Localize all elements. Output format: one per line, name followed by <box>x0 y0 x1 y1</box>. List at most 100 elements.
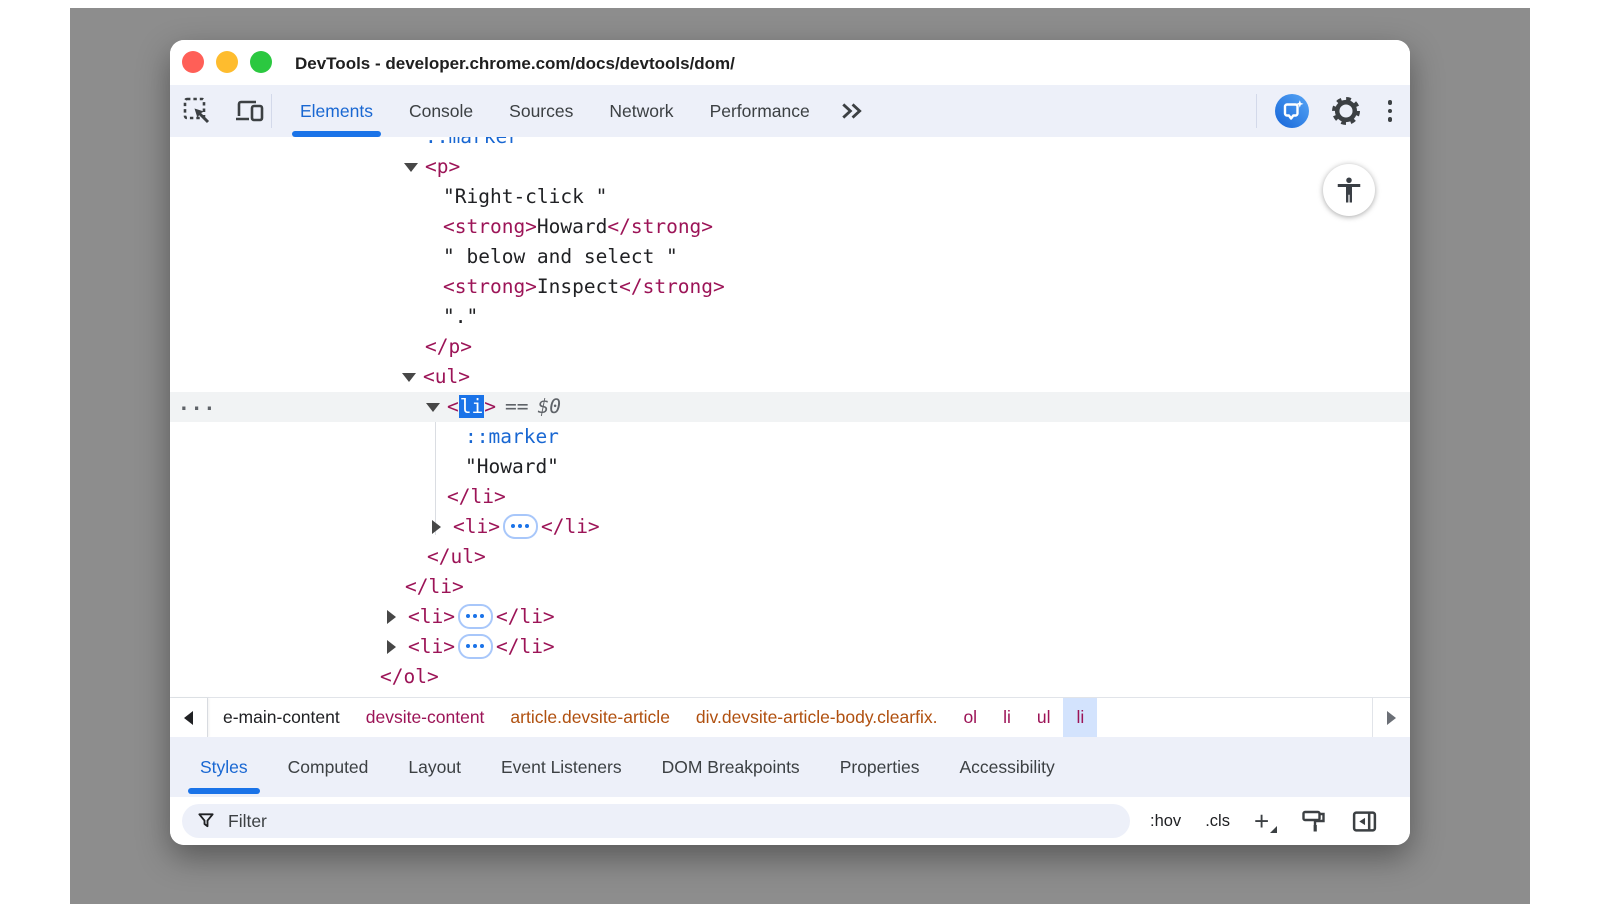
dom-token: == <box>496 395 537 418</box>
breadcrumb-item[interactable]: li <box>1063 698 1097 737</box>
breadcrumb-item[interactable]: devsite-content <box>353 698 498 737</box>
dom-token: "." <box>443 305 478 328</box>
dom-token: " below and select " <box>443 245 678 268</box>
styles-sidebar-tab-strip: StylesComputedLayoutEvent ListenersDOM B… <box>170 737 1410 797</box>
dom-tree-node[interactable]: <strong>Inspect</strong> <box>170 272 1410 302</box>
dom-tree-node[interactable]: " below and select " <box>170 242 1410 272</box>
collapsed-content-icon[interactable] <box>503 514 538 539</box>
breadcrumb-item[interactable]: div.devsite-article-body.clearfix. <box>683 698 951 737</box>
breadcrumb-items: e-main-contentdevsite-contentarticle.dev… <box>208 698 1372 737</box>
toggle-element-state-button[interactable]: :hov <box>1150 812 1181 831</box>
more-tabs-icon[interactable] <box>828 85 876 137</box>
dom-tree-node[interactable]: <li> </li> <box>170 602 1410 632</box>
dom-tree-node[interactable]: "Right-click " <box>170 182 1410 212</box>
dom-token: <li> <box>408 635 455 658</box>
dom-tree-node[interactable]: </ol> <box>170 662 1410 692</box>
disclosure-triangle-icon[interactable] <box>426 403 440 412</box>
collapsed-content-icon[interactable] <box>458 604 493 629</box>
sidebar-tab-accessibility[interactable]: Accessibility <box>939 737 1074 797</box>
disclosure-triangle-icon[interactable] <box>402 373 416 382</box>
tab-network[interactable]: Network <box>591 85 691 137</box>
dom-tree-node[interactable]: </ul> <box>170 542 1410 572</box>
dom-token: <p> <box>425 155 460 178</box>
device-toolbar-icon[interactable] <box>234 96 264 126</box>
dom-tree-node[interactable]: ::marker <box>170 137 1410 152</box>
dom-token: <li> <box>408 605 455 628</box>
dom-token: </ol> <box>380 665 439 688</box>
toolbar-divider <box>1256 94 1257 128</box>
close-window-button[interactable] <box>182 51 204 73</box>
dom-tree-node[interactable]: <strong>Howard</strong> <box>170 212 1410 242</box>
paint-roller-icon[interactable] <box>1301 808 1327 834</box>
dom-tree-node[interactable]: </li> <box>170 482 1410 512</box>
breadcrumb-item[interactable]: article.devsite-article <box>497 698 683 737</box>
dom-token: </p> <box>425 335 472 358</box>
dom-token: </li> <box>405 575 464 598</box>
panel-tab-strip: ElementsConsoleSourcesNetworkPerformance <box>282 85 876 137</box>
dom-token: </strong> <box>619 275 725 298</box>
sidebar-tab-computed[interactable]: Computed <box>268 737 389 797</box>
toolbar-divider <box>271 94 272 128</box>
sidebar-tab-layout[interactable]: Layout <box>388 737 481 797</box>
more-menu-icon[interactable] <box>1382 100 1399 122</box>
settings-gear-icon[interactable] <box>1330 95 1362 127</box>
sidebar-tab-styles[interactable]: Styles <box>180 737 268 797</box>
accessibility-icon <box>1334 175 1364 205</box>
dom-token: <strong> <box>443 215 537 238</box>
collapsed-content-icon[interactable] <box>458 634 493 659</box>
dom-tree-node[interactable]: </p> <box>170 332 1410 362</box>
tab-console[interactable]: Console <box>391 85 491 137</box>
tab-performance[interactable]: Performance <box>692 85 828 137</box>
dom-tree-node[interactable]: <ul> <box>170 362 1410 392</box>
dom-token: <ul> <box>423 365 470 388</box>
disclosure-triangle-icon[interactable] <box>387 610 396 624</box>
sidebar-tab-dom-breakpoints[interactable]: DOM Breakpoints <box>642 737 820 797</box>
dom-tree-node[interactable]: ::marker <box>170 422 1410 452</box>
dom-token: </li> <box>496 605 555 628</box>
tab-sources[interactable]: Sources <box>491 85 591 137</box>
dom-token: "Right-click " <box>443 185 607 208</box>
dom-token: </li> <box>541 515 600 538</box>
disclosure-triangle-icon[interactable] <box>404 163 418 172</box>
dom-tree-node[interactable]: <li></li> <box>170 632 1410 662</box>
breadcrumb-scroll-left-button[interactable] <box>170 698 208 737</box>
breadcrumb-scroll-right-button[interactable] <box>1372 698 1410 737</box>
inspect-icon[interactable] <box>182 96 212 126</box>
zoom-window-button[interactable] <box>250 51 272 73</box>
filter-input[interactable] <box>226 810 1116 833</box>
styles-filter-bar: :hov .cls + <box>170 797 1410 845</box>
disclosure-triangle-icon[interactable] <box>432 520 441 534</box>
window-title: DevTools - developer.chrome.com/docs/dev… <box>295 40 735 85</box>
dom-tree-node[interactable]: "." <box>170 302 1410 332</box>
tab-elements[interactable]: Elements <box>282 85 391 137</box>
breadcrumb-item[interactable]: li <box>990 698 1024 737</box>
sidebar-tab-properties[interactable]: Properties <box>820 737 940 797</box>
minimize-window-button[interactable] <box>216 51 238 73</box>
element-classes-button[interactable]: .cls <box>1205 812 1230 831</box>
dom-token: Howard <box>537 215 607 238</box>
dom-token: </ul> <box>427 545 486 568</box>
dom-token: <strong> <box>443 275 537 298</box>
dom-token: ::marker <box>425 137 519 148</box>
breadcrumb-item[interactable]: ul <box>1024 698 1064 737</box>
dom-tree-node[interactable]: ...<li>==$0 <box>170 392 1410 422</box>
sidebar-tab-event-listeners[interactable]: Event Listeners <box>481 737 642 797</box>
dom-token: <li> <box>453 515 500 538</box>
breadcrumb-item[interactable]: ol <box>950 698 990 737</box>
toggle-sidebar-icon[interactable] <box>1351 808 1378 835</box>
dom-token: Inspect <box>537 275 619 298</box>
dom-tree: ::marker<p>"Right-click "<strong>Howard<… <box>170 137 1410 697</box>
new-style-rule-button[interactable]: + <box>1254 811 1277 831</box>
dom-tree-node[interactable]: </li> <box>170 572 1410 602</box>
breadcrumb-item[interactable]: e-main-content <box>210 698 353 737</box>
ai-assistance-icon[interactable] <box>1274 93 1310 129</box>
accessibility-widget-button[interactable] <box>1323 164 1375 216</box>
funnel-icon <box>196 811 216 831</box>
titlebar: DevTools - developer.chrome.com/docs/dev… <box>170 40 1410 85</box>
dom-tree-node[interactable]: <li> </li> <box>170 512 1410 542</box>
dom-tree-node[interactable]: <p> <box>170 152 1410 182</box>
node-options-dots[interactable]: ... <box>178 389 216 419</box>
dom-tree-node[interactable]: "Howard" <box>170 452 1410 482</box>
dom-token: </strong> <box>607 215 713 238</box>
disclosure-triangle-icon[interactable] <box>387 640 396 654</box>
